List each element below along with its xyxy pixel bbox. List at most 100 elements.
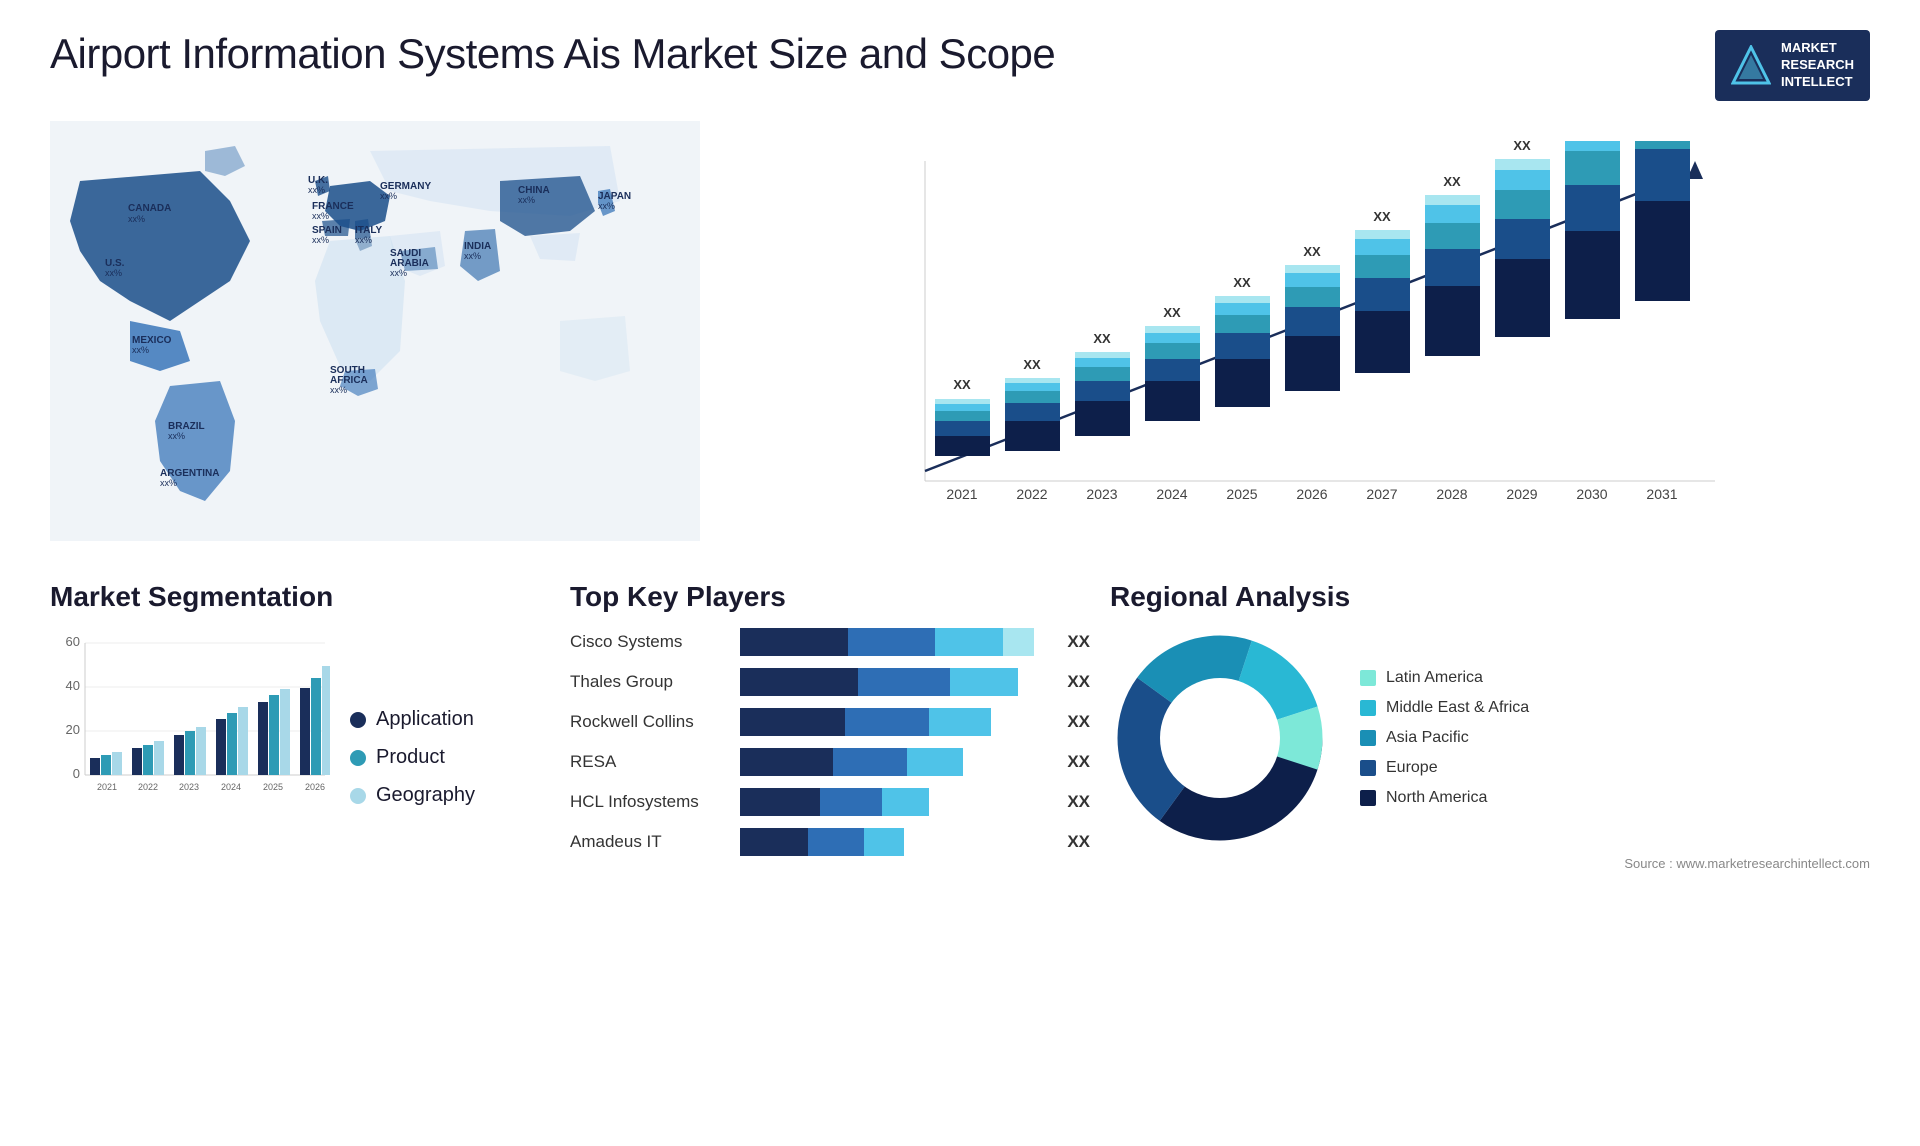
svg-text:xx%: xx% xyxy=(128,214,145,224)
player-name-rockwell: Rockwell Collins xyxy=(570,712,730,732)
svg-text:xx%: xx% xyxy=(312,235,329,245)
donut-chart-svg xyxy=(1110,628,1330,848)
svg-text:XX: XX xyxy=(1163,305,1181,320)
label-canada: CANADA xyxy=(128,203,171,214)
regional-section: Regional Analysis Latin xyxy=(1110,581,1870,1116)
map-section: CANADA xx% U.S. xx% MEXICO xx% BRAZIL xx… xyxy=(50,121,700,561)
svg-text:xx%: xx% xyxy=(598,201,615,211)
legend-geography: Geography xyxy=(350,784,475,807)
player-bar-resa xyxy=(740,748,1049,776)
svg-text:XX: XX xyxy=(1443,174,1461,189)
svg-text:2030: 2030 xyxy=(1576,486,1607,502)
header: Airport Information Systems Ais Market S… xyxy=(50,30,1870,101)
player-name-hcl: HCL Infosystems xyxy=(570,792,730,812)
svg-text:xx%: xx% xyxy=(390,268,407,278)
player-name-cisco: Cisco Systems xyxy=(570,632,730,652)
svg-text:XX: XX xyxy=(1093,331,1111,346)
segmentation-title: Market Segmentation xyxy=(50,581,550,613)
svg-text:xx%: xx% xyxy=(312,211,329,221)
player-xx-thales: XX xyxy=(1067,672,1090,692)
svg-text:xx%: xx% xyxy=(464,251,481,261)
svg-text:2024: 2024 xyxy=(221,782,241,792)
key-players-title: Top Key Players xyxy=(570,581,1090,613)
source-text: Source : www.marketresearchintellect.com xyxy=(1110,856,1870,871)
svg-text:20: 20 xyxy=(66,722,80,737)
page-container: Airport Information Systems Ais Market S… xyxy=(0,0,1920,1146)
svg-text:2028: 2028 xyxy=(1436,486,1467,502)
svg-text:xx%: xx% xyxy=(160,478,177,488)
svg-text:2029: 2029 xyxy=(1506,486,1537,502)
key-players-section: Top Key Players Cisco Systems XX Thales … xyxy=(570,581,1090,1116)
world-map-svg: CANADA xx% U.S. xx% MEXICO xx% BRAZIL xx… xyxy=(50,121,700,541)
logo-container: MARKET RESEARCH INTELLECT xyxy=(1715,30,1870,101)
player-name-thales: Thales Group xyxy=(570,672,730,692)
seg-legend: Application Product Geography xyxy=(350,708,475,807)
application-color xyxy=(350,712,366,728)
top-row: CANADA xx% U.S. xx% MEXICO xx% BRAZIL xx… xyxy=(50,121,1870,561)
svg-text:xx%: xx% xyxy=(308,185,325,195)
legend-north-america: North America xyxy=(1360,789,1529,807)
svg-text:2024: 2024 xyxy=(1156,486,1187,502)
player-xx-resa: XX xyxy=(1067,752,1090,772)
legend-asia-pacific: Asia Pacific xyxy=(1360,729,1529,747)
player-name-resa: RESA xyxy=(570,752,730,772)
page-title: Airport Information Systems Ais Market S… xyxy=(50,30,1055,78)
svg-text:2027: 2027 xyxy=(1366,486,1397,502)
seg-chart-container: 60 40 20 0 202 xyxy=(50,628,550,888)
product-color xyxy=(350,750,366,766)
player-row-thales: Thales Group XX xyxy=(570,668,1090,696)
player-name-amadeus: Amadeus IT xyxy=(570,832,730,852)
bottom-row: Market Segmentation 60 40 20 0 xyxy=(50,581,1870,1116)
svg-text:xx%: xx% xyxy=(518,195,535,205)
player-xx-cisco: XX xyxy=(1067,632,1090,652)
legend-middle-east: Middle East & Africa xyxy=(1360,699,1529,717)
legend-latin-america: Latin America xyxy=(1360,669,1529,687)
svg-text:2023: 2023 xyxy=(1086,486,1117,502)
svg-text:XX: XX xyxy=(1373,209,1391,224)
players-container: Cisco Systems XX Thales Group xyxy=(570,628,1090,856)
svg-text:XX: XX xyxy=(953,377,971,392)
svg-text:2022: 2022 xyxy=(1016,486,1047,502)
bar-chart-section: XX 2021 XX 2022 XX 2023 xyxy=(720,121,1870,561)
svg-text:2026: 2026 xyxy=(1296,486,1327,502)
legend-application: Application xyxy=(350,708,475,731)
logo-icon xyxy=(1731,45,1771,85)
player-bar-hcl xyxy=(740,788,1049,816)
player-bar-thales xyxy=(740,668,1049,696)
player-xx-amadeus: XX xyxy=(1067,832,1090,852)
svg-text:2021: 2021 xyxy=(97,782,117,792)
legend-europe: Europe xyxy=(1360,759,1529,777)
svg-text:2025: 2025 xyxy=(263,782,283,792)
svg-text:2022: 2022 xyxy=(138,782,158,792)
svg-text:0: 0 xyxy=(73,766,80,781)
bar-chart-svg: XX 2021 XX 2022 XX 2023 xyxy=(740,141,1850,541)
player-bar-rockwell xyxy=(740,708,1049,736)
donut-legend: Latin America Middle East & Africa Asia … xyxy=(1360,669,1529,807)
player-row-rockwell: Rockwell Collins XX xyxy=(570,708,1090,736)
legend-product: Product xyxy=(350,746,475,769)
player-row-cisco: Cisco Systems XX xyxy=(570,628,1090,656)
svg-text:2026: 2026 xyxy=(305,782,325,792)
svg-text:xx%: xx% xyxy=(168,431,185,441)
svg-text:xx%: xx% xyxy=(380,191,397,201)
svg-text:60: 60 xyxy=(66,634,80,649)
svg-text:xx%: xx% xyxy=(132,345,149,355)
svg-text:XX: XX xyxy=(1513,141,1531,153)
donut-container: Latin America Middle East & Africa Asia … xyxy=(1110,628,1870,848)
player-row-resa: RESA XX xyxy=(570,748,1090,776)
svg-text:XX: XX xyxy=(1233,275,1251,290)
player-xx-hcl: XX xyxy=(1067,792,1090,812)
player-row-amadeus: Amadeus IT XX xyxy=(570,828,1090,856)
regional-title: Regional Analysis xyxy=(1110,581,1870,613)
svg-text:2023: 2023 xyxy=(179,782,199,792)
player-row-hcl: HCL Infosystems XX xyxy=(570,788,1090,816)
svg-text:XX: XX xyxy=(1023,357,1041,372)
svg-text:40: 40 xyxy=(66,678,80,693)
svg-text:xx%: xx% xyxy=(355,235,372,245)
svg-text:XX: XX xyxy=(1303,244,1321,259)
seg-chart-svg: 60 40 20 0 202 xyxy=(50,628,330,888)
player-xx-rockwell: XX xyxy=(1067,712,1090,732)
svg-text:2021: 2021 xyxy=(946,486,977,502)
segmentation-section: Market Segmentation 60 40 20 0 xyxy=(50,581,550,1116)
svg-text:2031: 2031 xyxy=(1646,486,1677,502)
